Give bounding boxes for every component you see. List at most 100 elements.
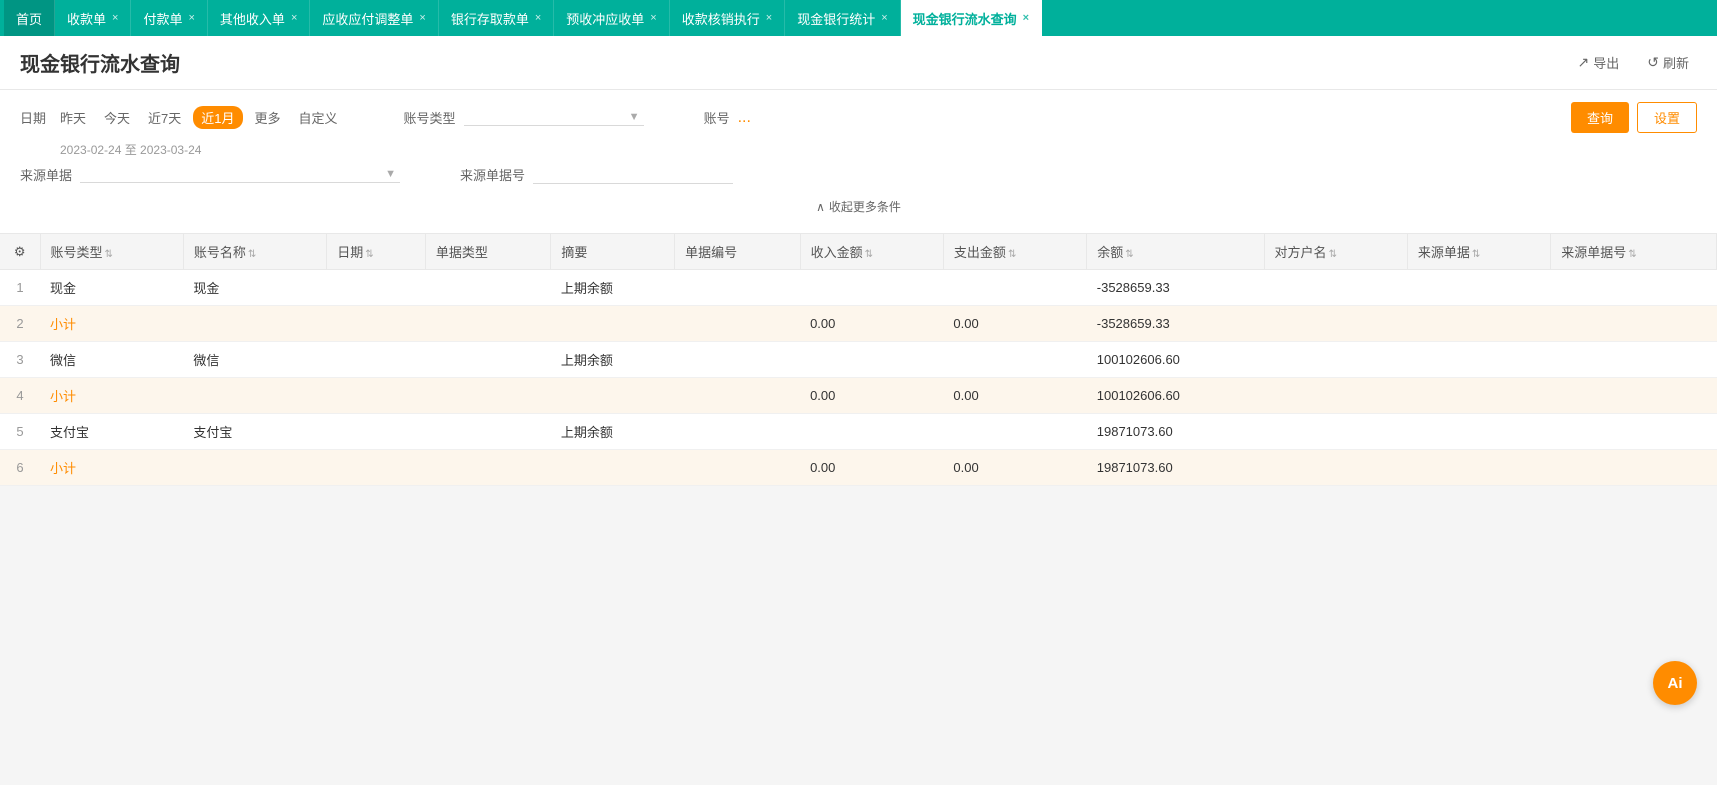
account-type-select[interactable]: ▼ [464, 109, 644, 126]
nav-tab-prepay-offset[interactable]: 预收冲应收单 × [554, 0, 669, 36]
table-row: 1现金现金上期余额-3528659.33 [0, 270, 1717, 306]
cell-account-name [183, 306, 326, 342]
cell-expense [943, 270, 1086, 306]
close-icon[interactable]: × [1023, 12, 1029, 24]
collapse-label: 收起更多条件 [829, 198, 901, 215]
cell-account-type: 小计 [40, 450, 183, 486]
cell-source-doc-no [1551, 378, 1717, 414]
cell-source-doc-no [1551, 270, 1717, 306]
account-dots-button[interactable]: ... [738, 109, 751, 127]
cell-balance: 100102606.60 [1087, 342, 1264, 378]
source-doc-no-label: 来源单据号 [460, 165, 525, 184]
gear-icon[interactable]: ⚙ [14, 244, 26, 259]
cell-doc-type [425, 270, 550, 306]
nav-tab-receipt-verify[interactable]: 收款核销执行 × [670, 0, 785, 36]
query-button[interactable]: 查询 [1571, 102, 1629, 133]
source-doc-filter: 来源单据 ▼ [20, 165, 400, 184]
nav-tab-other-income[interactable]: 其他收入单 × [208, 0, 310, 36]
cell-doc-type [425, 342, 550, 378]
cell-num: 1 [0, 270, 40, 306]
cell-doc-type [425, 414, 550, 450]
cell-account-name [183, 450, 326, 486]
cell-account-type: 微信 [40, 342, 183, 378]
cell-source-doc-no [1551, 342, 1717, 378]
date-range-text: 2023-02-24 至 2023-03-24 [60, 143, 201, 157]
collapse-bar[interactable]: ∧ 收起更多条件 [20, 192, 1697, 221]
cell-expense: 0.00 [943, 306, 1086, 342]
cell-counterparty [1264, 378, 1407, 414]
settings-button[interactable]: 设置 [1637, 102, 1697, 133]
export-icon: ↗ [1578, 54, 1590, 71]
cell-account-type: 现金 [40, 270, 183, 306]
nav-tab-payments[interactable]: 付款单 × [131, 0, 207, 36]
account-type-label: 账号类型 [404, 108, 456, 127]
sort-icon[interactable]: ⇅ [248, 249, 256, 260]
cell-source-doc [1407, 378, 1550, 414]
refresh-icon: ↺ [1647, 54, 1659, 71]
sort-icon[interactable]: ⇅ [1329, 249, 1337, 260]
sort-icon[interactable]: ⇅ [365, 249, 373, 260]
cell-account-name [183, 378, 326, 414]
close-icon[interactable]: × [188, 12, 194, 24]
cell-source-doc [1407, 342, 1550, 378]
col-source-doc-no: 来源单据号⇅ [1551, 234, 1717, 270]
nav-tab-ar-ap-adjust[interactable]: 应收应付调整单 × [310, 0, 438, 36]
sort-icon[interactable]: ⇅ [105, 249, 113, 260]
ai-button[interactable]: Ai [1653, 661, 1697, 705]
date-btn-yesterday[interactable]: 昨天 [54, 106, 92, 129]
cell-account-type: 支付宝 [40, 414, 183, 450]
page-header: 现金银行流水查询 ↗ 导出 ↺ 刷新 [0, 36, 1717, 90]
cell-income [800, 414, 943, 450]
date-btn-more[interactable]: 更多 [249, 106, 287, 129]
page-title: 现金银行流水查询 [20, 48, 180, 77]
action-buttons: 查询 设置 [1571, 102, 1697, 133]
col-summary: 摘要 [551, 234, 675, 270]
cell-doc-type [425, 378, 550, 414]
cell-date [327, 270, 426, 306]
cell-expense: 0.00 [943, 378, 1086, 414]
col-expense: 支出金额⇅ [943, 234, 1086, 270]
cell-expense [943, 414, 1086, 450]
close-icon[interactable]: × [881, 12, 887, 24]
sort-icon[interactable]: ⇅ [865, 249, 873, 260]
col-counterparty: 对方户名⇅ [1264, 234, 1407, 270]
source-doc-select[interactable]: ▼ [80, 166, 400, 183]
sort-icon[interactable]: ⇅ [1008, 249, 1016, 260]
nav-tab-cash-flow[interactable]: 现金银行流水查询 × [901, 0, 1042, 36]
close-icon[interactable]: × [291, 12, 297, 24]
date-label: 日期 [20, 108, 46, 127]
export-button[interactable]: ↗ 导出 [1570, 49, 1628, 76]
col-date: 日期⇅ [327, 234, 426, 270]
date-filter: 日期 昨天 今天 近7天 近1月 更多 自定义 [20, 106, 344, 129]
cell-income [800, 342, 943, 378]
source-doc-no-input[interactable] [533, 164, 733, 184]
nav-tab-bank-deposit[interactable]: 银行存取款单 × [439, 0, 554, 36]
cell-income [800, 270, 943, 306]
close-icon[interactable]: × [112, 12, 118, 24]
nav-tab-home[interactable]: 首页 [4, 0, 55, 36]
nav-tab-receipts[interactable]: 收款单 × [55, 0, 131, 36]
date-btn-7days[interactable]: 近7天 [142, 106, 187, 129]
close-icon[interactable]: × [766, 12, 772, 24]
cell-doc-no [675, 414, 800, 450]
cell-doc-no [675, 342, 800, 378]
table-row: 2小计0.000.00-3528659.33 [0, 306, 1717, 342]
sort-icon[interactable]: ⇅ [1125, 249, 1133, 260]
cell-account-type: 小计 [40, 306, 183, 342]
date-btn-today[interactable]: 今天 [98, 106, 136, 129]
sort-icon[interactable]: ⇅ [1628, 249, 1636, 260]
date-btn-1month[interactable]: 近1月 [193, 106, 242, 129]
close-icon[interactable]: × [650, 12, 656, 24]
data-table: ⚙ 账号类型⇅ 账号名称⇅ 日期⇅ 单据类型 摘要 单据编号 [0, 234, 1717, 486]
date-btn-custom[interactable]: 自定义 [293, 106, 344, 129]
close-icon[interactable]: × [419, 12, 425, 24]
cell-date [327, 450, 426, 486]
table-row: 5支付宝支付宝上期余额19871073.60 [0, 414, 1717, 450]
refresh-button[interactable]: ↺ 刷新 [1639, 49, 1697, 76]
sort-icon[interactable]: ⇅ [1472, 249, 1480, 260]
cell-income: 0.00 [800, 378, 943, 414]
nav-tab-cash-stats[interactable]: 现金银行统计 × [785, 0, 900, 36]
cell-doc-type [425, 306, 550, 342]
close-icon[interactable]: × [535, 12, 541, 24]
cell-balance: 100102606.60 [1087, 378, 1264, 414]
